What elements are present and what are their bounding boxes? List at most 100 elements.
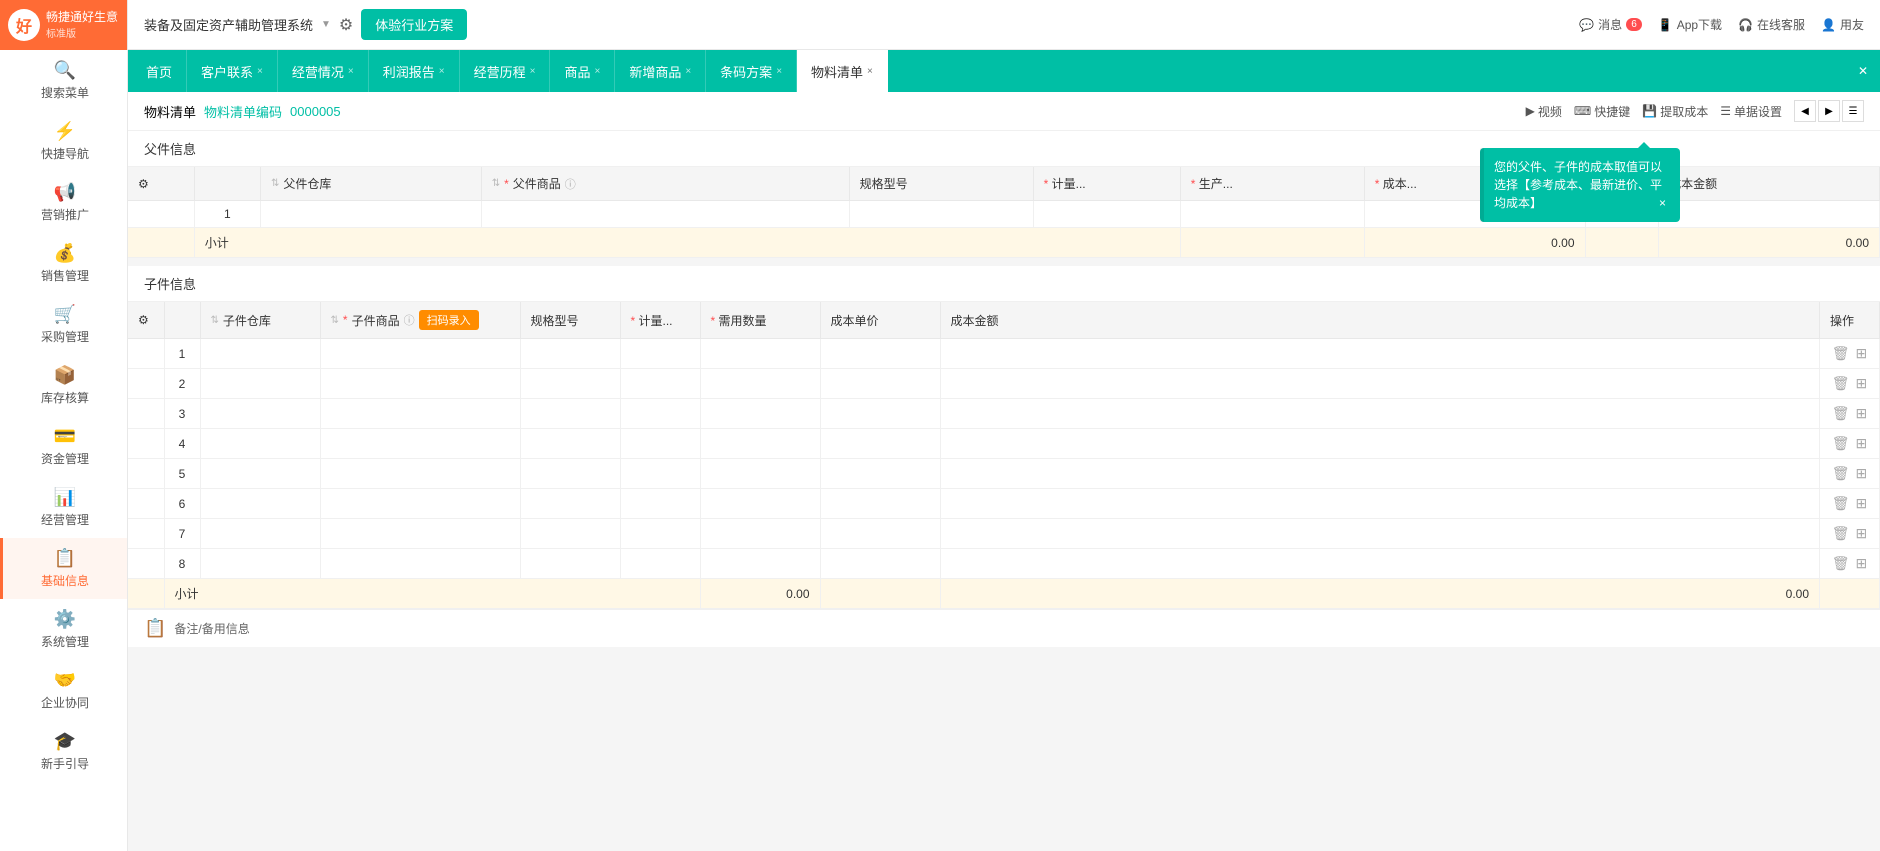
breadcrumb-first[interactable]: 物料清单 [144, 102, 196, 121]
child-warehouse-0[interactable] [200, 339, 320, 369]
nav-prev-btn[interactable]: ◀ [1794, 100, 1816, 122]
child-warehouse-7[interactable] [200, 549, 320, 579]
child-qty-1[interactable] [700, 369, 820, 399]
child-product-6[interactable] [320, 519, 520, 549]
settings-icon[interactable]: ⚙ [339, 15, 353, 35]
child-product-2[interactable] [320, 399, 520, 429]
child-cost-price-5[interactable] [820, 489, 940, 519]
child-qty-7[interactable] [700, 549, 820, 579]
trial-button[interactable]: 体验行业方案 [361, 9, 467, 40]
delete-icon-2[interactable]: 🗑 [1832, 405, 1850, 422]
child-spec-3[interactable] [520, 429, 620, 459]
sidebar-item-enterprise[interactable]: 🤝企业协同 [0, 660, 127, 721]
child-unit-3[interactable] [620, 429, 700, 459]
nav-grid-btn[interactable]: ☰ [1842, 100, 1864, 122]
child-warehouse-6[interactable] [200, 519, 320, 549]
child-product-4[interactable] [320, 459, 520, 489]
sidebar-item-system[interactable]: ⚙️系统管理 [0, 599, 127, 660]
copy-icon-4[interactable]: ⊞ [1856, 465, 1868, 482]
scan-input-btn[interactable]: 扫码录入 [419, 310, 479, 330]
copy-icon-0[interactable]: ⊞ [1856, 345, 1868, 362]
child-qty-5[interactable] [700, 489, 820, 519]
child-spec-2[interactable] [520, 399, 620, 429]
close-all-tabs[interactable]: ✕ [1850, 60, 1876, 82]
child-unit-6[interactable] [620, 519, 700, 549]
settings-gear-icon[interactable]: ⚙ [138, 177, 149, 191]
child-spec-1[interactable] [520, 369, 620, 399]
child-settings-gear-icon[interactable]: ⚙ [138, 313, 149, 327]
child-qty-6[interactable] [700, 519, 820, 549]
nav-tab-3[interactable]: 利润报告 × [369, 50, 460, 92]
tab-close-4[interactable]: × [530, 66, 536, 77]
sidebar-item-inventory[interactable]: 📦库存核算 [0, 355, 127, 416]
parent-unit-cell[interactable] [1033, 201, 1180, 228]
child-spec-4[interactable] [520, 459, 620, 489]
delete-icon-4[interactable]: 🗑 [1832, 465, 1850, 482]
nav-tab-8[interactable]: 物料清单 × [797, 50, 888, 92]
child-spec-7[interactable] [520, 549, 620, 579]
child-spec-5[interactable] [520, 489, 620, 519]
nav-tab-6[interactable]: 新增商品 × [615, 50, 706, 92]
copy-icon-2[interactable]: ⊞ [1856, 405, 1868, 422]
child-unit-4[interactable] [620, 459, 700, 489]
parent-production-cell[interactable] [1180, 201, 1364, 228]
child-unit-7[interactable] [620, 549, 700, 579]
view-action[interactable]: ▶ 视频 [1526, 103, 1562, 120]
copy-icon-1[interactable]: ⊞ [1856, 375, 1868, 392]
nav-tab-2[interactable]: 经营情况 × [278, 50, 369, 92]
child-unit-1[interactable] [620, 369, 700, 399]
child-qty-0[interactable] [700, 339, 820, 369]
sidebar-item-purchase[interactable]: 🛒采购管理 [0, 294, 127, 355]
tab-close-7[interactable]: × [776, 66, 782, 77]
tooltip-close-btn[interactable]: × [1659, 194, 1666, 212]
delete-icon-3[interactable]: 🗑 [1832, 435, 1850, 452]
nav-next-btn[interactable]: ▶ [1818, 100, 1840, 122]
child-cost-price-2[interactable] [820, 399, 940, 429]
child-product-0[interactable] [320, 339, 520, 369]
child-cost-price-3[interactable] [820, 429, 940, 459]
child-qty-3[interactable] [700, 429, 820, 459]
sidebar-item-sales[interactable]: 💰销售管理 [0, 233, 127, 294]
child-unit-2[interactable] [620, 399, 700, 429]
sidebar-item-basic[interactable]: 📋基础信息 [0, 538, 127, 599]
child-warehouse-5[interactable] [200, 489, 320, 519]
tab-close-6[interactable]: × [685, 66, 691, 77]
child-product-7[interactable] [320, 549, 520, 579]
nav-tab-4[interactable]: 经营历程 × [460, 50, 551, 92]
delete-icon-5[interactable]: 🗑 [1832, 495, 1850, 512]
parent-warehouse-cell[interactable] [260, 201, 481, 228]
shortcut-action[interactable]: ⌨ 快捷键 [1574, 103, 1630, 120]
tab-close-1[interactable]: × [257, 66, 263, 77]
parent-spec-cell[interactable] [849, 201, 1033, 228]
extract-cost-action[interactable]: 💾 提取成本 [1642, 103, 1708, 120]
child-product-5[interactable] [320, 489, 520, 519]
child-cost-price-4[interactable] [820, 459, 940, 489]
sidebar-item-search[interactable]: 🔍搜索菜单 [0, 50, 127, 111]
child-qty-4[interactable] [700, 459, 820, 489]
nav-tab-0[interactable]: 首页 [132, 50, 187, 92]
child-cost-price-0[interactable] [820, 339, 940, 369]
nav-tab-1[interactable]: 客户联系 × [187, 50, 278, 92]
sidebar-item-marketing[interactable]: 📢营销推广 [0, 172, 127, 233]
copy-icon-7[interactable]: ⊞ [1856, 555, 1868, 572]
child-qty-2[interactable] [700, 399, 820, 429]
child-spec-6[interactable] [520, 519, 620, 549]
system-title-dropdown[interactable]: ▼ [321, 19, 331, 30]
sidebar-item-operation[interactable]: 📊经营管理 [0, 477, 127, 538]
app-download-btn[interactable]: 📱 App下载 [1658, 16, 1722, 33]
tab-close-2[interactable]: × [348, 66, 354, 77]
nav-tab-7[interactable]: 条码方案 × [706, 50, 797, 92]
child-spec-0[interactable] [520, 339, 620, 369]
tab-close-8[interactable]: × [867, 66, 873, 77]
child-product-1[interactable] [320, 369, 520, 399]
parent-product-cell[interactable] [481, 201, 849, 228]
user-btn[interactable]: 👤 用友 [1821, 16, 1864, 33]
child-warehouse-2[interactable] [200, 399, 320, 429]
child-cost-price-6[interactable] [820, 519, 940, 549]
child-warehouse-1[interactable] [200, 369, 320, 399]
copy-icon-3[interactable]: ⊞ [1856, 435, 1868, 452]
child-product-3[interactable] [320, 429, 520, 459]
online-service-btn[interactable]: 🎧 在线客服 [1738, 16, 1805, 33]
nav-tab-5[interactable]: 商品 × [550, 50, 615, 92]
delete-icon-1[interactable]: 🗑 [1832, 375, 1850, 392]
